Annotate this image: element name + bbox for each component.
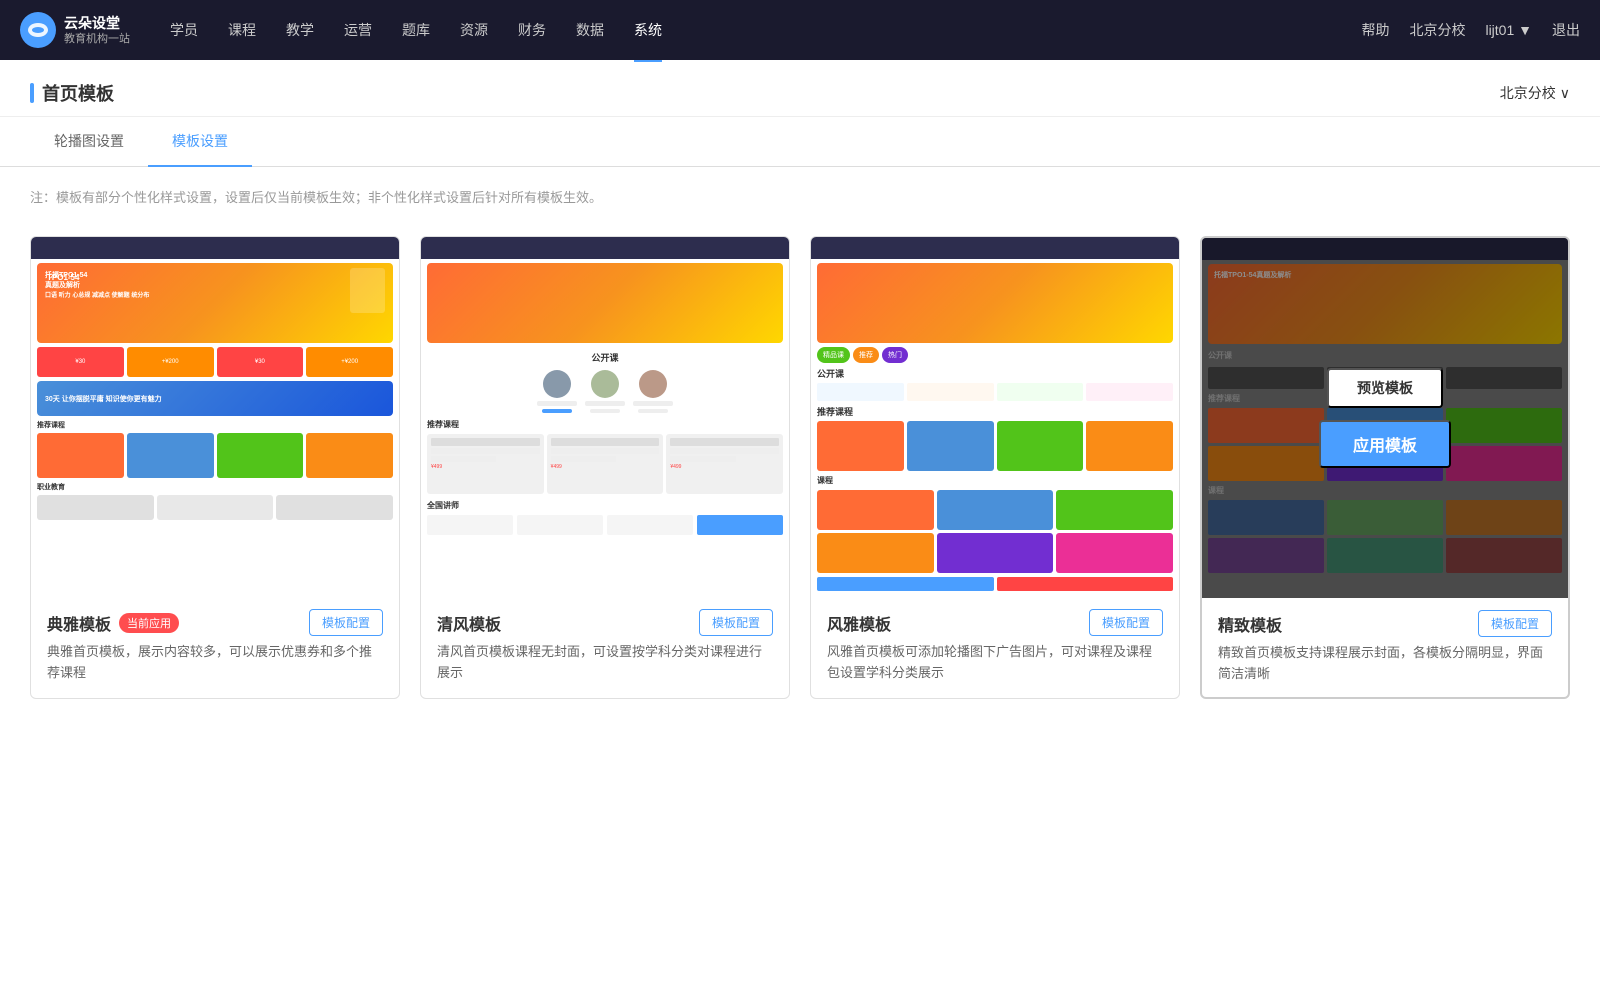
nav-item-operations[interactable]: 运营 bbox=[344, 16, 372, 44]
tab-banner-settings[interactable]: 轮播图设置 bbox=[30, 117, 148, 167]
tabs-container: 轮播图设置 模板设置 bbox=[0, 117, 1600, 167]
main-content: 首页模板 北京分校 ∨ 轮播图设置 模板设置 注：模板有部分个性化样式设置，设置… bbox=[0, 60, 1600, 990]
note-text: 注：模板有部分个性化样式设置，设置后仅当前模板生效；非个性化样式设置后针对所有模… bbox=[0, 167, 1600, 216]
template-preview-2: 公开课 bbox=[421, 237, 789, 597]
template-preview-3: 精品课 推荐 热门 公开课 推荐课程 bbox=[811, 237, 1179, 597]
chevron-down-icon: ∨ bbox=[1560, 85, 1570, 102]
template-3-footer: 风雅模板 模板配置 风雅首页模板可添加轮播图下广告图片，可对课程及课程包设置学科… bbox=[811, 597, 1179, 696]
template-3-desc: 风雅首页模板可添加轮播图下广告图片，可对课程及课程包设置学科分类展示 bbox=[827, 642, 1163, 684]
template-grid: 托福TPO1-54真题及解析口语 听力 心总规 减减点 使解题 统分布 ¥30 … bbox=[0, 216, 1600, 739]
template-3-config-button[interactable]: 模板配置 bbox=[1089, 609, 1163, 636]
template-1-desc: 典雅首页模板，展示内容较多，可以展示优惠券和多个推荐课程 bbox=[47, 642, 383, 684]
template-card-3[interactable]: 精品课 推荐 热门 公开课 推荐课程 bbox=[810, 236, 1180, 699]
template-2-desc: 清风首页模板课程无封面，可设置按学科分类对课程进行展示 bbox=[437, 642, 773, 684]
template-1-footer: 典雅模板 当前应用 模板配置 典雅首页模板，展示内容较多，可以展示优惠券和多个推… bbox=[31, 597, 399, 696]
main-nav: 学员 课程 教学 运营 题库 资源 财务 数据 系统 bbox=[170, 16, 1361, 44]
user-menu[interactable]: lijt01 ▼ bbox=[1485, 22, 1532, 38]
nav-item-teaching[interactable]: 教学 bbox=[286, 16, 314, 44]
template-1-current-badge: 当前应用 bbox=[119, 613, 179, 633]
template-2-footer: 清风模板 模板配置 清风首页模板课程无封面，可设置按学科分类对课程进行展示 bbox=[421, 597, 789, 696]
page-title: 首页模板 bbox=[42, 80, 114, 106]
branch-selector[interactable]: 北京分校 ∨ bbox=[1500, 83, 1570, 103]
branch-link[interactable]: 北京分校 bbox=[1409, 20, 1465, 40]
template-2-config-button[interactable]: 模板配置 bbox=[699, 609, 773, 636]
page-title-bar bbox=[30, 83, 34, 103]
template-3-name: 风雅模板 bbox=[827, 611, 891, 635]
template-4-overlay: 预览模板 应用模板 bbox=[1202, 238, 1568, 598]
template-card-4[interactable]: 托福TPO1-54真题及解析 公开课 推荐课程 bbox=[1200, 236, 1570, 699]
template-preview-1: 托福TPO1-54真题及解析口语 听力 心总规 减减点 使解题 统分布 ¥30 … bbox=[31, 237, 399, 597]
template-4-footer: 精致模板 模板配置 精致首页模板支持课程展示封面，各模板分隔明显，界面简洁清晰 bbox=[1202, 598, 1568, 697]
logout-link[interactable]: 退出 bbox=[1552, 20, 1580, 40]
help-link[interactable]: 帮助 bbox=[1361, 20, 1389, 40]
nav-item-system[interactable]: 系统 bbox=[634, 16, 662, 44]
template-1-name: 典雅模板 bbox=[47, 611, 111, 635]
template-4-apply-button[interactable]: 应用模板 bbox=[1319, 420, 1451, 468]
template-4-desc: 精致首页模板支持课程展示封面，各模板分隔明显，界面简洁清晰 bbox=[1218, 643, 1552, 685]
template-2-name: 清风模板 bbox=[437, 611, 501, 635]
template-4-config-button[interactable]: 模板配置 bbox=[1478, 610, 1552, 637]
nav-item-finance[interactable]: 财务 bbox=[518, 16, 546, 44]
template-1-config-button[interactable]: 模板配置 bbox=[309, 609, 383, 636]
template-card-2[interactable]: 公开课 bbox=[420, 236, 790, 699]
page-title-wrap: 首页模板 bbox=[30, 80, 114, 106]
page-header: 首页模板 北京分校 ∨ bbox=[0, 60, 1600, 117]
nav-item-data[interactable]: 数据 bbox=[576, 16, 604, 44]
top-navigation: 云朵设堂 教育机构一站 学员 课程 教学 运营 题库 资源 财务 数据 系统 帮… bbox=[0, 0, 1600, 60]
nav-item-courses[interactable]: 课程 bbox=[228, 16, 256, 44]
nav-item-resources[interactable]: 资源 bbox=[460, 16, 488, 44]
template-card-1[interactable]: 托福TPO1-54真题及解析口语 听力 心总规 减减点 使解题 统分布 ¥30 … bbox=[30, 236, 400, 699]
nav-right: 帮助 北京分校 lijt01 ▼ 退出 bbox=[1361, 20, 1580, 40]
nav-item-questions[interactable]: 题库 bbox=[402, 16, 430, 44]
logo[interactable]: 云朵设堂 教育机构一站 bbox=[20, 12, 130, 48]
template-preview-4: 托福TPO1-54真题及解析 公开课 推荐课程 bbox=[1202, 238, 1568, 598]
template-4-name: 精致模板 bbox=[1218, 612, 1282, 636]
nav-item-students[interactable]: 学员 bbox=[170, 16, 198, 44]
logo-text: 云朵设堂 教育机构一站 bbox=[64, 14, 130, 46]
logo-icon bbox=[20, 12, 56, 48]
tab-template-settings[interactable]: 模板设置 bbox=[148, 117, 252, 167]
template-4-preview-button[interactable]: 预览模板 bbox=[1327, 368, 1443, 408]
